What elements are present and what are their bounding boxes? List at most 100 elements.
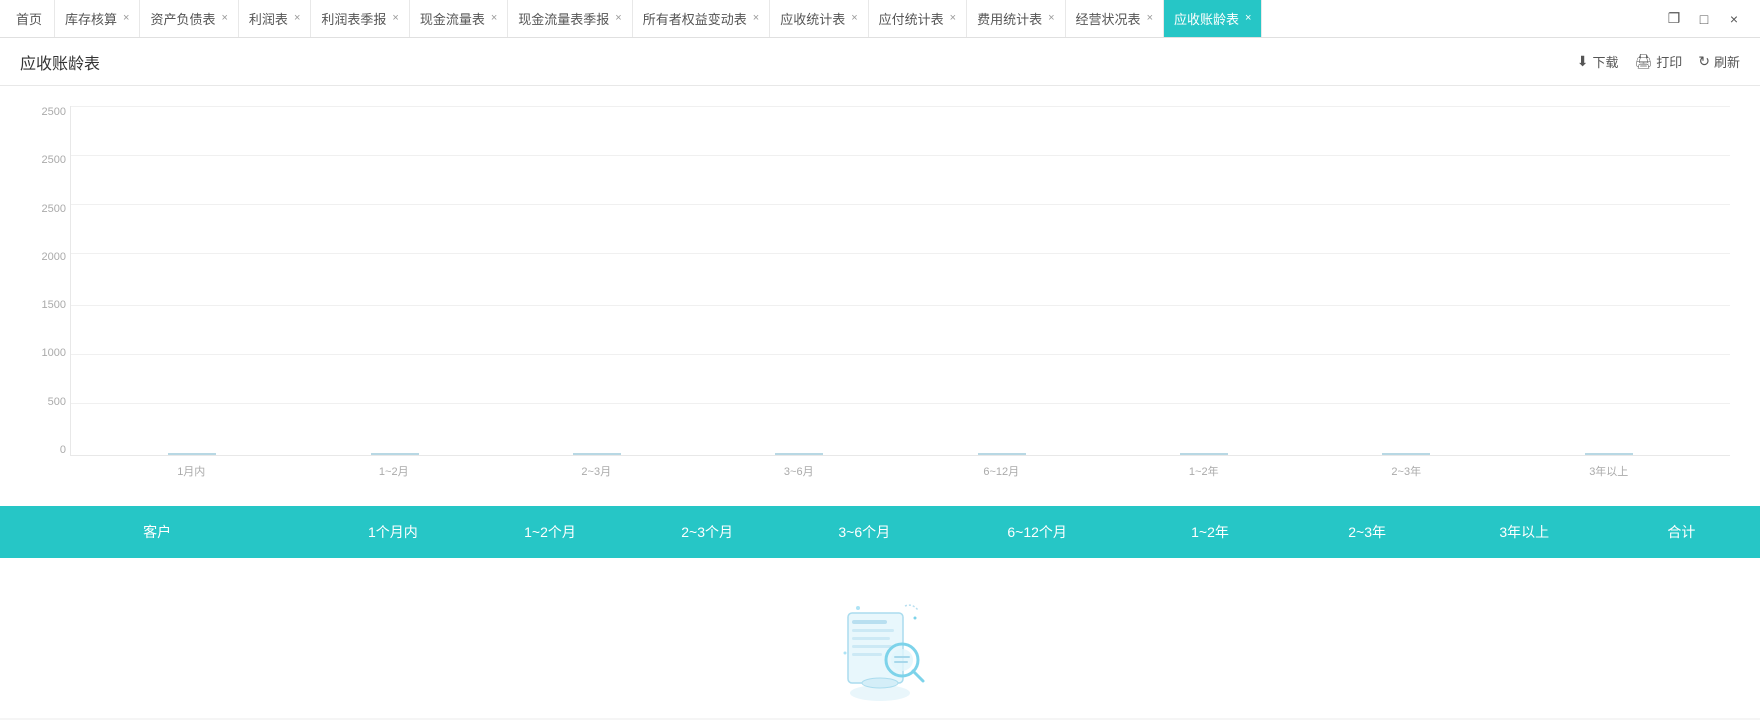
tab-cashflow[interactable]: 现金流量表 × (410, 0, 508, 38)
tab-inventory[interactable]: 库存核算 × (55, 0, 140, 38)
y-label-2500-2: 2500 (42, 154, 66, 166)
bars-container (71, 106, 1730, 455)
header-actions: ⬇ 下载 🖨 打印 ↻ 刷新 (1577, 52, 1740, 71)
x-label-1-2m: 1~2月 (364, 463, 424, 479)
tab-cashflow-label: 现金流量表 (420, 9, 485, 28)
tab-expense[interactable]: 费用统计表 × (967, 0, 1065, 38)
col-1-2m: 1~2个月 (471, 522, 628, 542)
col-6-12m: 6~12个月 (943, 522, 1132, 542)
x-label-2-3y: 2~3年 (1376, 463, 1436, 479)
tab-balance-close[interactable]: × (221, 13, 227, 24)
print-label: 打印 (1656, 52, 1682, 71)
tab-balance-label: 资产负债表 (150, 9, 215, 28)
tab-ar-stat-close[interactable]: × (851, 13, 857, 24)
bar-6-12m (978, 453, 1026, 455)
bar-group-1m (168, 453, 216, 455)
table-header: 客户 1个月内 1~2个月 2~3个月 3~6个月 6~12个月 1~2年 2~… (0, 506, 1760, 558)
page-header: 应收账龄表 ⬇ 下载 🖨 打印 ↻ 刷新 (0, 38, 1760, 86)
tab-inventory-close[interactable]: × (123, 13, 129, 24)
tab-ar-age-close[interactable]: × (1245, 13, 1251, 24)
y-label-2500-3: 2500 (42, 203, 66, 215)
close-window-button[interactable]: × (1720, 5, 1748, 33)
empty-icon (830, 598, 930, 711)
tab-home[interactable]: 首页 (4, 0, 55, 38)
chart-inner (70, 106, 1730, 456)
refresh-label: 刷新 (1714, 52, 1740, 71)
col-1-2y: 1~2年 (1131, 522, 1288, 542)
tab-cashflow-q-close[interactable]: × (615, 13, 621, 24)
x-label-2-3m: 2~3月 (566, 463, 626, 479)
tab-cashflow-q[interactable]: 现金流量表季报 × (508, 0, 632, 38)
chart-container: 2500 2500 2500 2000 1500 1000 500 0 (30, 106, 1730, 486)
bar-group-1-2y (1180, 453, 1228, 455)
col-1m: 1个月内 (314, 522, 471, 542)
tab-balance[interactable]: 资产负债表 × (140, 0, 238, 38)
bar-group-2-3y (1382, 453, 1430, 455)
y-label-1000: 1000 (42, 347, 66, 359)
x-label-1m: 1月内 (161, 463, 221, 479)
bar-group-2-3m (573, 453, 621, 455)
tab-expense-label: 费用统计表 (977, 9, 1042, 28)
x-label-6-12m: 6~12月 (971, 463, 1031, 479)
bar-1-2m (371, 453, 419, 455)
bar-1m (168, 453, 216, 455)
tab-profit-q[interactable]: 利润表季报 × (311, 0, 409, 38)
y-label-1500: 1500 (42, 299, 66, 311)
tab-profit-q-close[interactable]: × (392, 13, 398, 24)
col-3y-plus: 3年以上 (1446, 522, 1603, 542)
col-total: 合计 (1603, 522, 1760, 542)
bar-2-3y (1382, 453, 1430, 455)
tab-inventory-label: 库存核算 (65, 9, 117, 28)
tab-profit-label: 利润表 (249, 9, 288, 28)
tab-ap-stat-close[interactable]: × (950, 13, 956, 24)
maximize-button[interactable]: □ (1690, 5, 1718, 33)
tab-operation-label: 经营状况表 (1076, 9, 1141, 28)
bar-3y-plus (1585, 453, 1633, 455)
tab-ap-stat-label: 应付统计表 (879, 9, 944, 28)
home-tab-label: 首页 (16, 9, 42, 28)
tab-ar-age-label: 应收账龄表 (1174, 9, 1239, 28)
page-title: 应收账龄表 (20, 50, 100, 74)
tab-ar-stat[interactable]: 应收统计表 × (770, 0, 868, 38)
tab-cashflow-close[interactable]: × (491, 13, 497, 24)
empty-illustration (830, 598, 930, 708)
bar-group-1-2m (371, 453, 419, 455)
download-button[interactable]: ⬇ 下载 (1577, 52, 1619, 71)
refresh-icon: ↻ (1698, 53, 1710, 70)
main-content: 2500 2500 2500 2000 1500 1000 500 0 (0, 86, 1760, 718)
tab-expense-close[interactable]: × (1048, 13, 1054, 24)
tab-cashflow-q-label: 现金流量表季报 (518, 9, 609, 28)
tab-ap-stat[interactable]: 应付统计表 × (869, 0, 967, 38)
tab-equity-label: 所有者权益变动表 (643, 9, 747, 28)
bar-group-3y-plus (1585, 453, 1633, 455)
x-label-3y-plus: 3年以上 (1579, 463, 1639, 479)
col-2-3m: 2~3个月 (629, 522, 786, 542)
restore-button[interactable]: ❐ (1660, 5, 1688, 33)
col-2-3y: 2~3年 (1289, 522, 1446, 542)
y-label-500: 500 (48, 396, 66, 408)
refresh-button[interactable]: ↻ 刷新 (1698, 52, 1740, 71)
tab-bar-actions: ❐ □ × (1660, 5, 1756, 33)
download-icon: ⬇ (1577, 53, 1589, 70)
bar-3-6m (775, 453, 823, 455)
y-label-2000: 2000 (42, 251, 66, 263)
tab-operation[interactable]: 经营状况表 × (1066, 0, 1164, 38)
tab-profit-close[interactable]: × (294, 13, 300, 24)
tab-operation-close[interactable]: × (1147, 13, 1153, 24)
tab-equity-close[interactable]: × (753, 13, 759, 24)
y-label-2500-top: 2500 (42, 106, 66, 118)
tab-ar-age[interactable]: 应收账龄表 × (1164, 0, 1262, 38)
tab-profit[interactable]: 利润表 × (239, 0, 311, 38)
bar-1-2y (1180, 453, 1228, 455)
col-customer: 客户 (0, 522, 314, 542)
tab-bar: 首页 库存核算 × 资产负债表 × 利润表 × 利润表季报 × 现金流量表 × … (0, 0, 1760, 38)
print-button[interactable]: 🖨 打印 (1634, 52, 1682, 71)
y-label-0: 0 (60, 444, 66, 456)
tab-equity[interactable]: 所有者权益变动表 × (633, 0, 770, 38)
empty-state (0, 558, 1760, 718)
bar-group-3-6m (775, 453, 823, 455)
x-axis: 1月内 1~2月 2~3月 3~6月 6~12月 1~2年 2~3年 3年以上 (70, 456, 1730, 486)
bar-group-6-12m (978, 453, 1026, 455)
y-axis: 2500 2500 2500 2000 1500 1000 500 0 (30, 106, 70, 456)
x-label-1-2y: 1~2年 (1174, 463, 1234, 479)
